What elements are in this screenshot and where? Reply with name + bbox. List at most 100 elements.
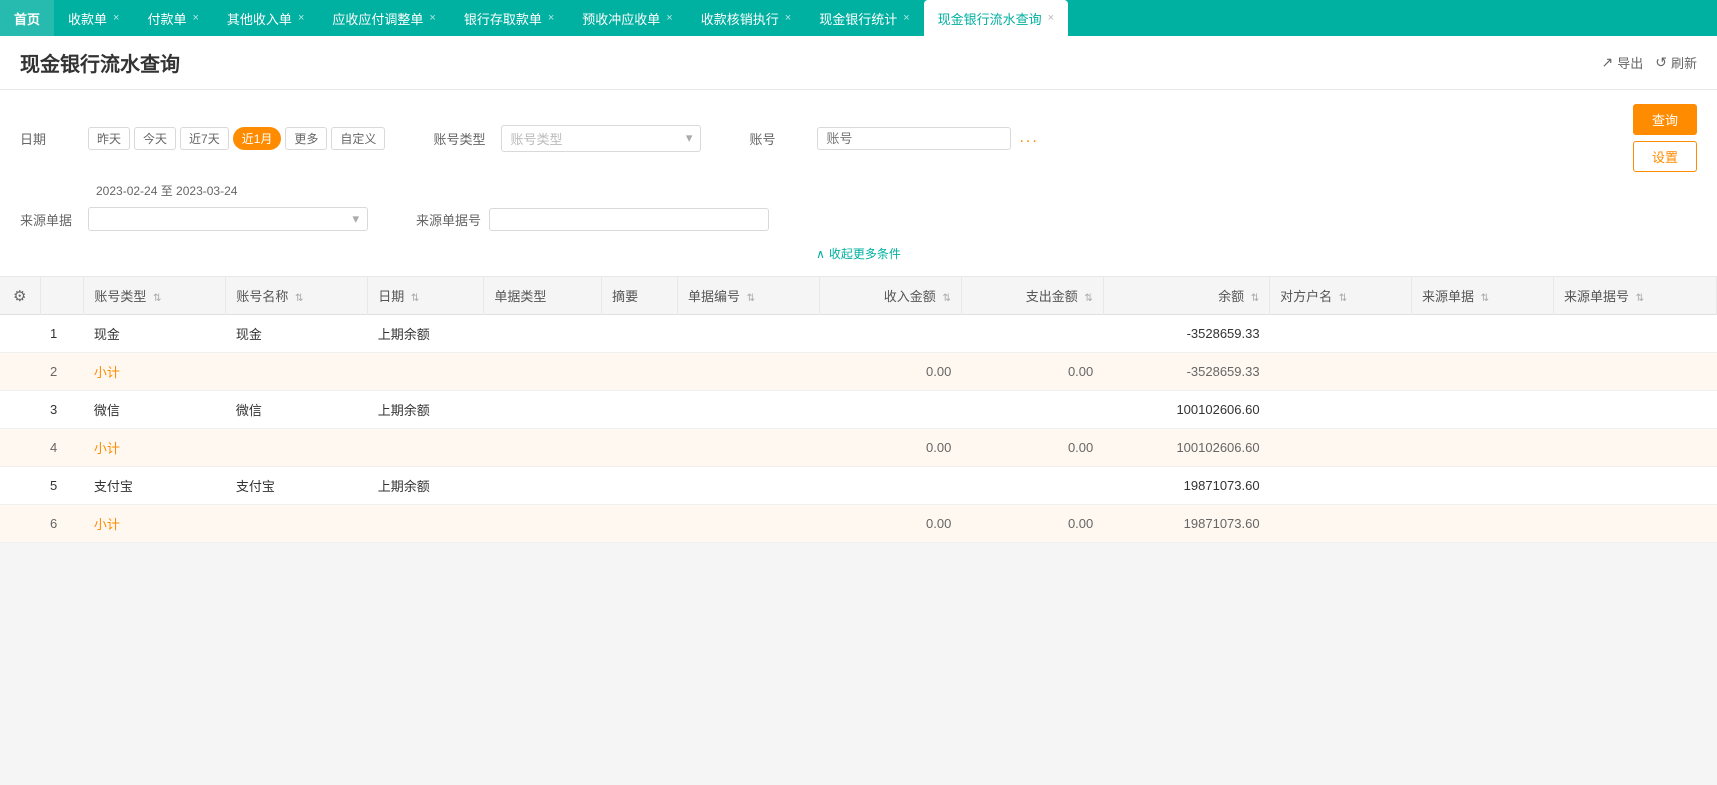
cell-summary xyxy=(602,467,678,505)
cell-doc-no xyxy=(677,391,819,429)
nav-cash-bank-flow-label: 现金银行流水查询 xyxy=(938,9,1042,28)
col-date[interactable]: 日期 ⇅ xyxy=(368,277,484,315)
cell-empty xyxy=(0,505,40,543)
nav-advance-offset[interactable]: 预收冲应收单 × xyxy=(568,0,686,36)
table-row: 2小计0.000.00-3528659.33 xyxy=(0,353,1717,391)
cell-summary xyxy=(602,505,678,543)
nav-cash-bank-flow-close[interactable]: × xyxy=(1048,12,1054,24)
gear-icon[interactable]: ⚙ xyxy=(13,288,26,305)
date-btn-more[interactable]: 更多 xyxy=(285,127,327,150)
source-doc-select[interactable]: ▾ xyxy=(88,207,368,231)
col-balance-label: 余额 xyxy=(1218,289,1244,304)
nav-payments[interactable]: 付款单 × xyxy=(133,0,212,36)
cell-source-doc-no xyxy=(1553,315,1716,353)
date-btn-7days[interactable]: 近7天 xyxy=(180,127,229,150)
nav-cash-bank-stats-label: 现金银行统计 xyxy=(819,9,897,28)
export-label: 导出 xyxy=(1617,53,1643,72)
cell-empty xyxy=(0,467,40,505)
filter-row-2: 来源单据 ▾ 来源单据号 xyxy=(20,207,1697,231)
cell-income xyxy=(819,467,961,505)
nav-other-income-close[interactable]: × xyxy=(298,12,304,24)
col-counterpart[interactable]: 对方户名 ⇅ xyxy=(1270,277,1412,315)
date-btn-custom[interactable]: 自定义 xyxy=(331,127,385,150)
cell-source-doc-no xyxy=(1553,391,1716,429)
col-summary: 摘要 xyxy=(602,277,678,315)
cell-expense: 0.00 xyxy=(961,353,1103,391)
col-source-doc[interactable]: 来源单据 ⇅ xyxy=(1412,277,1554,315)
date-btn-today[interactable]: 今天 xyxy=(134,127,176,150)
account-type-select[interactable]: 账号类型 ▾ xyxy=(501,125,701,152)
export-button[interactable]: ↗ 导出 xyxy=(1602,53,1644,72)
cell-account-name: 支付宝 xyxy=(226,467,368,505)
query-button[interactable]: 查询 xyxy=(1633,104,1697,135)
nav-ar-adjust-label: 应收应付调整单 xyxy=(332,9,423,28)
cell-source-doc-no xyxy=(1553,467,1716,505)
refresh-button[interactable]: ↺ 刷新 xyxy=(1655,53,1697,72)
nav-collection-exec[interactable]: 收款核销执行 × xyxy=(687,0,805,36)
source-doc-filter-group: 来源单据 ▾ xyxy=(20,207,368,231)
settings-button[interactable]: 设置 xyxy=(1633,141,1697,172)
account-dots-button[interactable]: ... xyxy=(1019,129,1038,147)
nav-collection-exec-close[interactable]: × xyxy=(785,12,791,24)
col-settings[interactable]: ⚙ xyxy=(0,277,40,315)
col-date-label: 日期 xyxy=(378,289,404,304)
col-counterpart-label: 对方户名 xyxy=(1280,289,1332,304)
nav-bank-deposit-close[interactable]: × xyxy=(548,12,554,24)
date-options: 昨天 今天 近7天 近1月 更多 自定义 xyxy=(88,127,385,150)
nav-cash-bank-flow[interactable]: 现金银行流水查询 × xyxy=(924,0,1068,36)
table-row: 1现金现金上期余额-3528659.33 xyxy=(0,315,1717,353)
date-btn-yesterday[interactable]: 昨天 xyxy=(88,127,130,150)
refresh-label: 刷新 xyxy=(1671,53,1697,72)
cell-account-name xyxy=(226,505,368,543)
source-doc-no-label: 来源单据号 xyxy=(416,210,481,229)
nav-collection-exec-label: 收款核销执行 xyxy=(701,9,779,28)
cell-source-doc-no xyxy=(1553,505,1716,543)
col-account-type[interactable]: 账号类型 ⇅ xyxy=(84,277,226,315)
page-title: 现金银行流水查询 xyxy=(20,48,180,77)
col-income[interactable]: 收入金额 ⇅ xyxy=(819,277,961,315)
cell-summary xyxy=(602,315,678,353)
sort-icon-balance: ⇅ xyxy=(1251,293,1259,304)
cell-account-type: 现金 xyxy=(84,315,226,353)
cell-source-doc-no xyxy=(1553,353,1716,391)
cell-doc-no xyxy=(677,315,819,353)
export-icon: ↗ xyxy=(1602,54,1614,71)
account-type-arrow-icon: ▾ xyxy=(686,130,693,146)
nav-ar-adjust-close[interactable]: × xyxy=(429,12,435,24)
col-account-name[interactable]: 账号名称 ⇅ xyxy=(226,277,368,315)
date-filter-group: 日期 昨天 今天 近7天 近1月 更多 自定义 xyxy=(20,127,385,150)
cell-summary xyxy=(602,391,678,429)
nav-home[interactable]: 首页 xyxy=(0,0,54,36)
nav-other-income[interactable]: 其他收入单 × xyxy=(213,0,318,36)
cell-doc-type xyxy=(484,429,602,467)
table-header-row: ⚙ 账号类型 ⇅ 账号名称 ⇅ 日期 ⇅ 单据类型 xyxy=(0,277,1717,315)
filter-row-1: 日期 昨天 今天 近7天 近1月 更多 自定义 账号类型 账号类型 ▾ 账号 .… xyxy=(20,104,1697,172)
nav-bank-deposit[interactable]: 银行存取款单 × xyxy=(450,0,568,36)
cell-date xyxy=(368,353,484,391)
nav-cash-bank-stats-close[interactable]: × xyxy=(903,12,909,24)
table-container: ⚙ 账号类型 ⇅ 账号名称 ⇅ 日期 ⇅ 单据类型 xyxy=(0,277,1717,543)
nav-receipts[interactable]: 收款单 × xyxy=(54,0,133,36)
cell-account-type: 小计 xyxy=(84,353,226,391)
nav-receipts-close[interactable]: × xyxy=(113,12,119,24)
nav-cash-bank-stats[interactable]: 现金银行统计 × xyxy=(805,0,923,36)
nav-ar-adjust[interactable]: 应收应付调整单 × xyxy=(318,0,449,36)
col-expense-label: 支出金额 xyxy=(1026,289,1078,304)
col-expense[interactable]: 支出金额 ⇅ xyxy=(961,277,1103,315)
col-rownum xyxy=(40,277,84,315)
col-source-doc-no[interactable]: 来源单据号 ⇅ xyxy=(1553,277,1716,315)
nav-payments-close[interactable]: × xyxy=(192,12,198,24)
cell-doc-no xyxy=(677,505,819,543)
nav-advance-offset-close[interactable]: × xyxy=(666,12,672,24)
sort-icon-account-name: ⇅ xyxy=(295,293,303,304)
col-balance[interactable]: 余额 ⇅ xyxy=(1103,277,1269,315)
sort-icon-source-doc-no: ⇅ xyxy=(1636,293,1644,304)
cell-summary xyxy=(602,353,678,391)
col-doc-no[interactable]: 单据编号 ⇅ xyxy=(677,277,819,315)
sort-icon-date: ⇅ xyxy=(411,293,419,304)
date-btn-1month[interactable]: 近1月 xyxy=(233,127,282,150)
account-input[interactable] xyxy=(817,127,1011,150)
table-row: 5支付宝支付宝上期余额19871073.60 xyxy=(0,467,1717,505)
source-doc-no-input[interactable] xyxy=(489,208,769,231)
collapse-bar[interactable]: ∧ 收起更多条件 xyxy=(20,241,1697,266)
